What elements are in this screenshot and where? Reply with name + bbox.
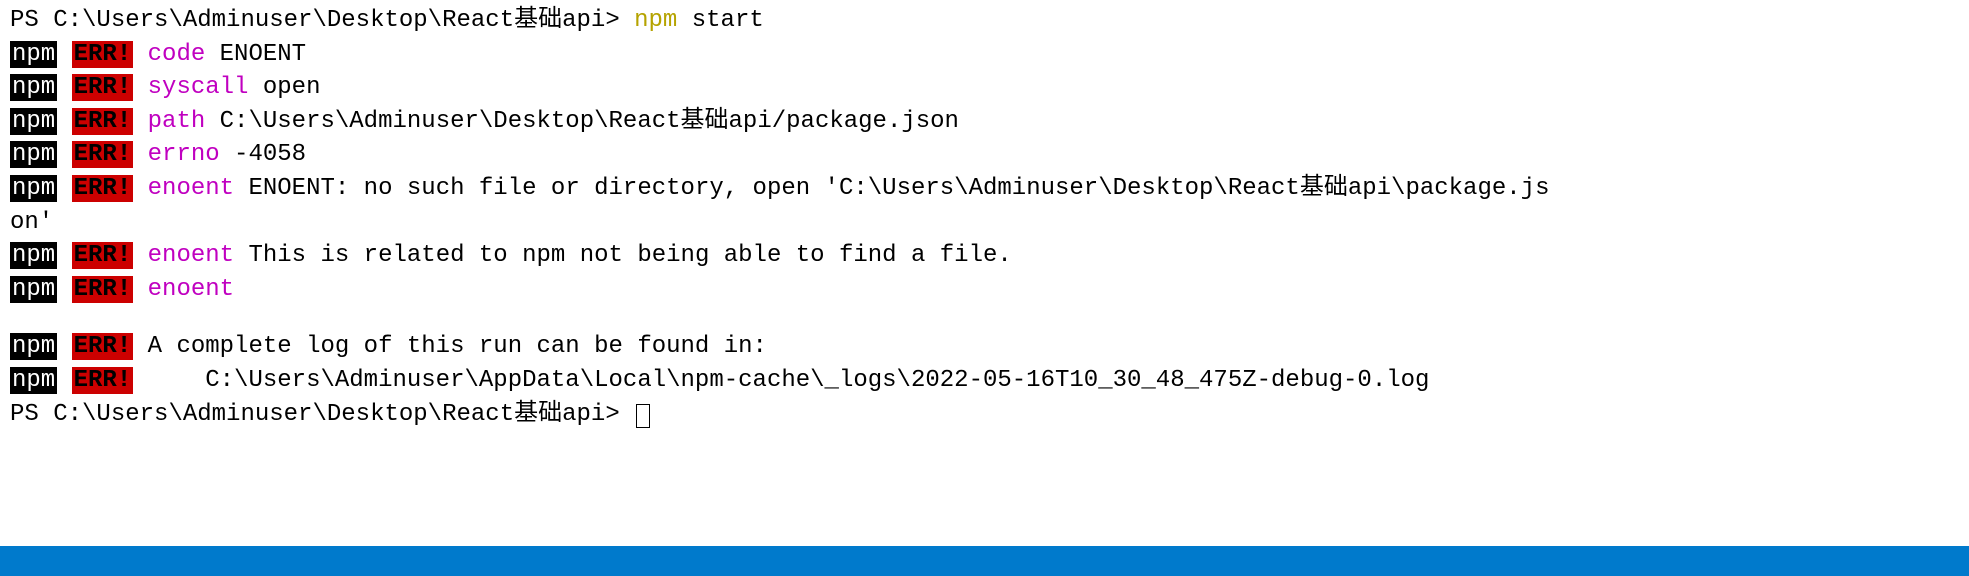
blank-line [10, 306, 1959, 330]
err-key: enoent [148, 276, 234, 303]
log-msg: A complete log of this run can be found … [133, 333, 767, 360]
npm-tag: npm [10, 333, 57, 360]
terminal-line-err: npm ERR! errno -4058 [10, 138, 1959, 172]
npm-tag: npm [10, 367, 57, 394]
npm-tag: npm [10, 41, 57, 68]
terminal-line-logpath: npm ERR! C:\Users\Adminuser\AppData\Loca… [10, 364, 1959, 398]
err-tag: ERR! [72, 333, 134, 360]
err-val-part1: ENOENT: no such file or directory, open … [234, 175, 1549, 202]
err-key: syscall [148, 74, 249, 101]
err-tag: ERR! [72, 141, 134, 168]
status-bar[interactable] [0, 546, 1969, 576]
err-key: path [148, 108, 206, 135]
ps-prefix: PS [10, 7, 53, 34]
prompt-arrow: > [605, 401, 634, 428]
terminal-line-err: npm ERR! code ENOENT [10, 38, 1959, 72]
terminal-line-err: npm ERR! syscall open [10, 71, 1959, 105]
err-tag: ERR! [72, 367, 134, 394]
err-tag: ERR! [72, 276, 134, 303]
err-val-part2: on' [10, 209, 53, 236]
log-path: C:\Users\Adminuser\AppData\Local\npm-cac… [133, 367, 1429, 394]
err-tag: ERR! [72, 108, 134, 135]
terminal-line-err: npm ERR! enoent This is related to npm n… [10, 239, 1959, 273]
npm-tag: npm [10, 242, 57, 269]
err-tag: ERR! [72, 41, 134, 68]
err-tag: ERR! [72, 175, 134, 202]
npm-tag: npm [10, 74, 57, 101]
terminal-line-prompt-current[interactable]: PS C:\Users\Adminuser\Desktop\React基础api… [10, 398, 1959, 432]
npm-tag: npm [10, 108, 57, 135]
cwd-path: C:\Users\Adminuser\Desktop\React基础api [53, 7, 605, 34]
err-key: code [148, 41, 206, 68]
terminal-line-err: npm ERR! enoent [10, 273, 1959, 307]
terminal-line-err-wrap: npm ERR! enoent ENOENT: no such file or … [10, 172, 1959, 206]
err-val: open [248, 74, 320, 101]
cursor-icon [636, 404, 650, 428]
terminal-line-err: npm ERR! path C:\Users\Adminuser\Desktop… [10, 105, 1959, 139]
err-val: ENOENT [205, 41, 306, 68]
cmd-npm: npm [634, 7, 677, 34]
cwd-path: C:\Users\Adminuser\Desktop\React基础api [53, 401, 605, 428]
err-tag: ERR! [72, 74, 134, 101]
err-val: This is related to npm not being able to… [234, 242, 1012, 269]
prompt-arrow: > [605, 7, 634, 34]
err-key: errno [148, 141, 220, 168]
err-val: -4058 [220, 141, 306, 168]
err-key: enoent [148, 175, 234, 202]
err-val: C:\Users\Adminuser\Desktop\React基础api/pa… [205, 108, 959, 135]
terminal-line-err-wrap-cont: on' [10, 206, 1959, 240]
ps-prefix: PS [10, 401, 53, 428]
terminal-line-prompt[interactable]: PS C:\Users\Adminuser\Desktop\React基础api… [10, 4, 1959, 38]
cmd-args: start [677, 7, 763, 34]
err-key: enoent [148, 242, 234, 269]
terminal-line-log: npm ERR! A complete log of this run can … [10, 330, 1959, 364]
err-tag: ERR! [72, 242, 134, 269]
npm-tag: npm [10, 276, 57, 303]
npm-tag: npm [10, 141, 57, 168]
npm-tag: npm [10, 175, 57, 202]
